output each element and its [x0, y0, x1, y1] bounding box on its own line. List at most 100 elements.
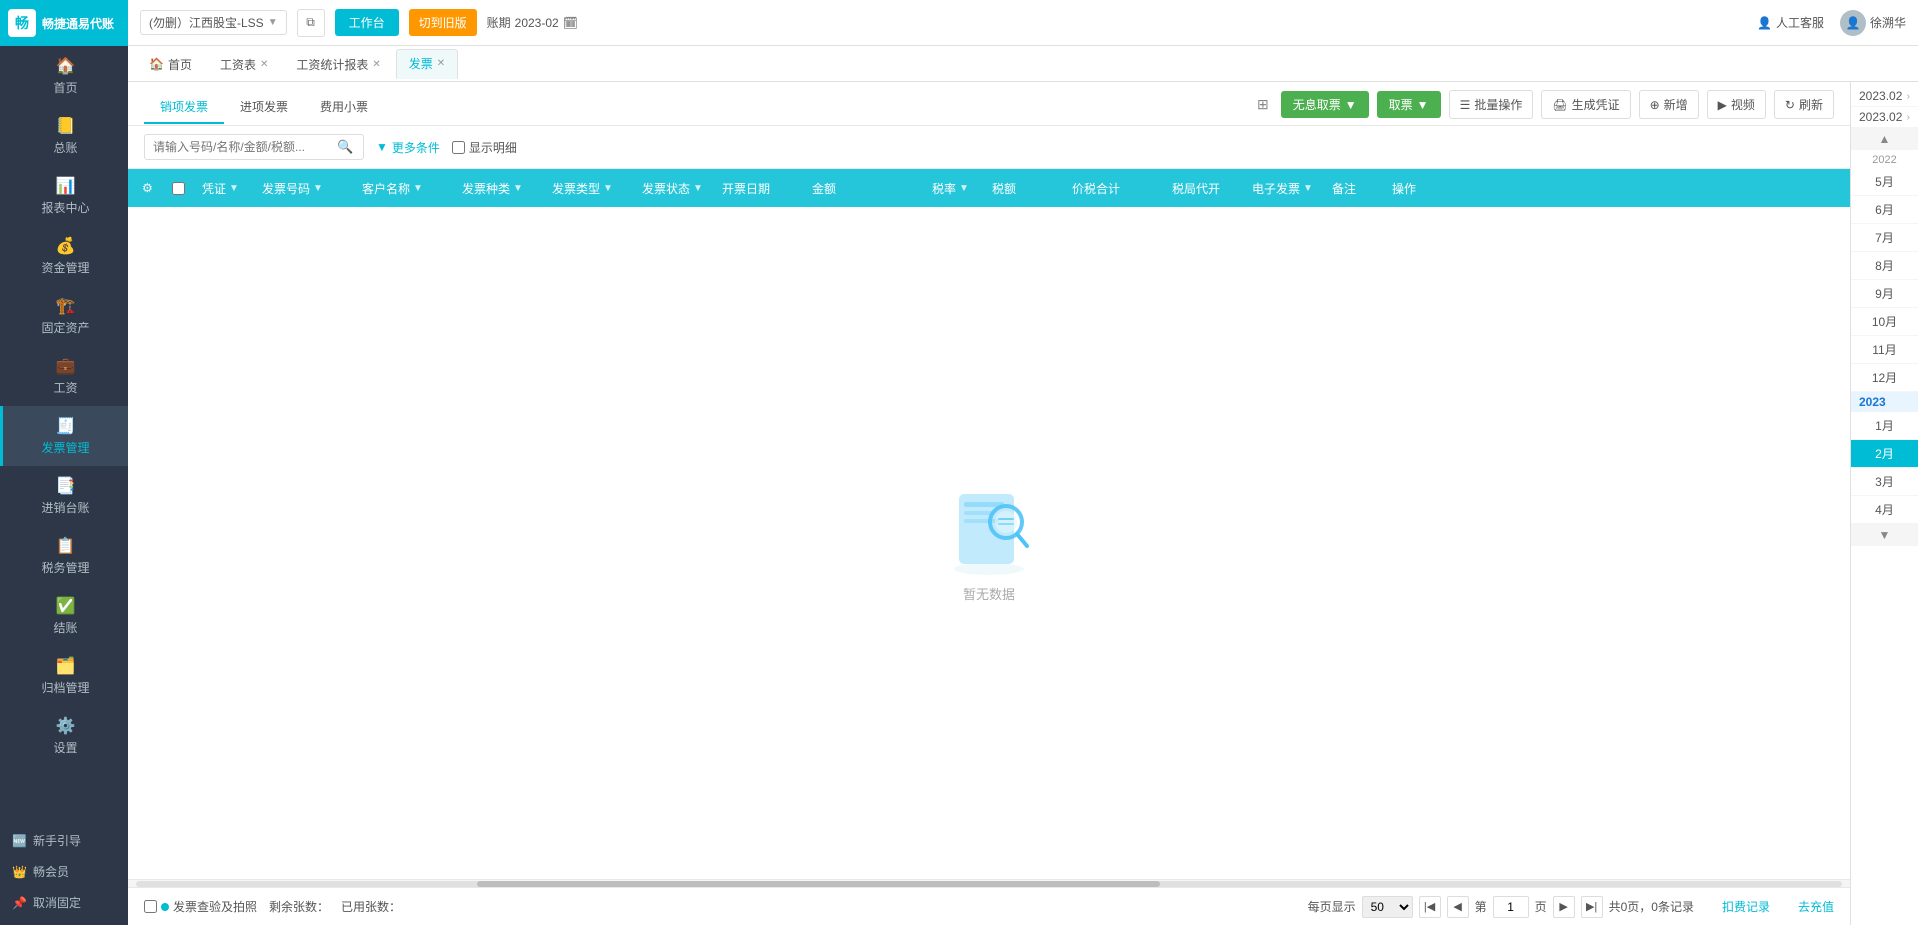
th-tax-id-label: 税局代开: [1172, 180, 1220, 197]
no-ticket-button[interactable]: 无息取票 ▼: [1281, 91, 1369, 118]
invoice-tab-close[interactable]: ✕: [437, 58, 445, 69]
next-page-button[interactable]: ▶: [1553, 896, 1575, 918]
sidebar-item-finance-label: 资金管理: [41, 259, 89, 276]
year-2023-text: 2023: [1859, 395, 1886, 409]
year-2023-label[interactable]: 2023: [1851, 392, 1918, 412]
th-invoice-no-label: 发票号码: [262, 180, 310, 197]
sidebar-item-invoice[interactable]: 🧾 发票管理: [0, 406, 128, 466]
sidebar-item-archive[interactable]: 🗂️ 归档管理: [0, 646, 128, 706]
scrollbar-thumb[interactable]: [477, 881, 1159, 887]
sidebar-item-unpin[interactable]: 📌 取消固定: [4, 888, 124, 917]
tabbar: 🏠 首页 工资表 ✕ 工资统计报表 ✕ 发票 ✕: [128, 46, 1918, 82]
subtab-sales[interactable]: 销项发票: [144, 91, 224, 124]
sidebar-item-tax[interactable]: 📋 税务管理: [0, 526, 128, 586]
customer-service[interactable]: 👤 人工客服: [1757, 14, 1824, 31]
month-2023-3[interactable]: 3月: [1851, 468, 1918, 496]
show-detail-text: 显示明细: [469, 139, 517, 156]
tab-invoice[interactable]: 发票 ✕: [396, 49, 458, 79]
month-2022-9[interactable]: 9月: [1851, 280, 1918, 308]
show-detail-checkbox[interactable]: [452, 141, 465, 154]
sidebar-item-salary[interactable]: 💼 工资: [0, 346, 128, 406]
table-scrollbar[interactable]: [128, 879, 1850, 887]
month-2022-6[interactable]: 6月: [1851, 196, 1918, 224]
page-number-input[interactable]: [1493, 896, 1529, 918]
workspace-button[interactable]: 工作台: [335, 9, 399, 36]
month-2022-5[interactable]: 5月: [1851, 168, 1918, 196]
switch-version-button[interactable]: 切到旧版: [409, 9, 477, 36]
month-2023-4[interactable]: 4月: [1851, 496, 1918, 524]
month-2022-7[interactable]: 7月: [1851, 224, 1918, 252]
per-page-select[interactable]: 50 10 20 100: [1362, 896, 1413, 918]
search-wrap[interactable]: 🔍: [144, 134, 364, 160]
th-checkbox[interactable]: [166, 182, 196, 195]
th-invoice-category-filter-icon[interactable]: ▼: [603, 183, 613, 194]
month-2022-8[interactable]: 8月: [1851, 252, 1918, 280]
th-voucher-filter-icon[interactable]: ▼: [229, 183, 239, 194]
subtab-purchase[interactable]: 进项发票: [224, 91, 304, 124]
th-customer-filter-icon[interactable]: ▼: [413, 183, 423, 194]
sidebar-item-finance[interactable]: 💰 资金管理: [0, 226, 128, 286]
subtab-expense[interactable]: 费用小票: [304, 91, 384, 124]
month-2022-11[interactable]: 11月: [1851, 336, 1918, 364]
sidebar-item-home[interactable]: 🏠 首页: [0, 46, 128, 106]
grid-view-icon[interactable]: ⊞: [1253, 92, 1273, 117]
sidebar-item-assets[interactable]: 🏗️ 固定资产: [0, 286, 128, 346]
sidebar-item-ledger[interactable]: 📒 总账: [0, 106, 128, 166]
get-ticket-button[interactable]: 取票 ▼: [1377, 91, 1441, 118]
th-invoice-no-filter-icon[interactable]: ▼: [313, 183, 323, 194]
th-invoice-type-filter-icon[interactable]: ▼: [513, 183, 523, 194]
member-icon: 👑: [12, 865, 27, 879]
sidebar-item-guide[interactable]: 🆕 新手引导: [4, 826, 124, 855]
go-right-text: 去充值: [1798, 900, 1834, 914]
subtab-sales-label: 销项发票: [160, 100, 208, 114]
add-record-link[interactable]: 扣费记录: [1722, 898, 1770, 915]
month-2022-10[interactable]: 10月: [1851, 308, 1918, 336]
search-input[interactable]: [153, 140, 333, 154]
go-right-link[interactable]: 去充值: [1798, 898, 1834, 915]
scroll-down-button[interactable]: ▼: [1851, 524, 1918, 546]
refresh-button[interactable]: ↻ 刷新: [1774, 90, 1834, 119]
date-entry-1[interactable]: 2023.02 ›: [1851, 107, 1918, 128]
generate-voucher-icon: 🖨: [1552, 98, 1567, 112]
show-detail-label[interactable]: 显示明细: [452, 139, 517, 156]
more-conditions-button[interactable]: ▼ 更多条件: [376, 139, 440, 156]
new-button[interactable]: ⊕ 新增: [1639, 90, 1699, 119]
video-button[interactable]: ▶ 视频: [1707, 90, 1766, 119]
scroll-up-button[interactable]: ▲: [1851, 128, 1918, 150]
th-e-invoice-filter-icon[interactable]: ▼: [1303, 183, 1313, 194]
sidebar-item-invoice-label: 发票管理: [41, 439, 89, 456]
invoice-check-checkbox[interactable]: [144, 900, 157, 913]
salary-stat-tab-close[interactable]: ✕: [372, 59, 380, 70]
generate-voucher-button[interactable]: 🖨 生成凭证: [1541, 90, 1630, 119]
user-profile[interactable]: 👤 徐溯华: [1840, 10, 1906, 36]
service-label: 人工客服: [1776, 14, 1824, 31]
sidebar-item-settings[interactable]: ⚙️ 设置: [0, 706, 128, 766]
month-2022-12[interactable]: 12月: [1851, 364, 1918, 392]
month-2023-2[interactable]: 2月: [1851, 440, 1918, 468]
month-2023-1[interactable]: 1月: [1851, 412, 1918, 440]
th-date: 开票日期: [716, 180, 806, 197]
tab-home[interactable]: 🏠 首页: [136, 49, 205, 79]
sidebar-item-checkout[interactable]: ✅ 结账: [0, 586, 128, 646]
sidebar-item-member[interactable]: 👑 畅会员: [4, 857, 124, 886]
th-setting[interactable]: ⚙: [136, 181, 166, 195]
tab-salary-stat[interactable]: 工资统计报表 ✕: [283, 49, 393, 79]
date-entry-0[interactable]: 2023.02 ›: [1851, 86, 1918, 107]
th-tax-rate-filter-icon[interactable]: ▼: [959, 183, 969, 194]
empty-illustration: [934, 484, 1044, 584]
last-page-button[interactable]: ▶|: [1581, 896, 1603, 918]
batch-op-button[interactable]: ☰ 批量操作: [1449, 90, 1534, 119]
archive-icon: 🗂️: [56, 656, 76, 676]
select-all-checkbox[interactable]: [172, 182, 185, 195]
date-entry-0-label: 2023.02: [1859, 89, 1902, 103]
company-selector[interactable]: (勿删）江西股宝-LSS ▼: [140, 10, 287, 35]
copy-button[interactable]: ⧉: [297, 9, 325, 37]
sidebar-item-report[interactable]: 📊 报表中心: [0, 166, 128, 226]
prev-page-button[interactable]: ◀: [1447, 896, 1469, 918]
tab-salary[interactable]: 工资表 ✕: [207, 49, 281, 79]
sidebar-item-sales[interactable]: 📑 进销台账: [0, 466, 128, 526]
th-invoice-status-filter-icon[interactable]: ▼: [693, 183, 703, 194]
first-page-button[interactable]: |◀: [1419, 896, 1441, 918]
sidebar-item-archive-label: 归档管理: [41, 679, 89, 696]
salary-tab-close[interactable]: ✕: [260, 59, 268, 70]
